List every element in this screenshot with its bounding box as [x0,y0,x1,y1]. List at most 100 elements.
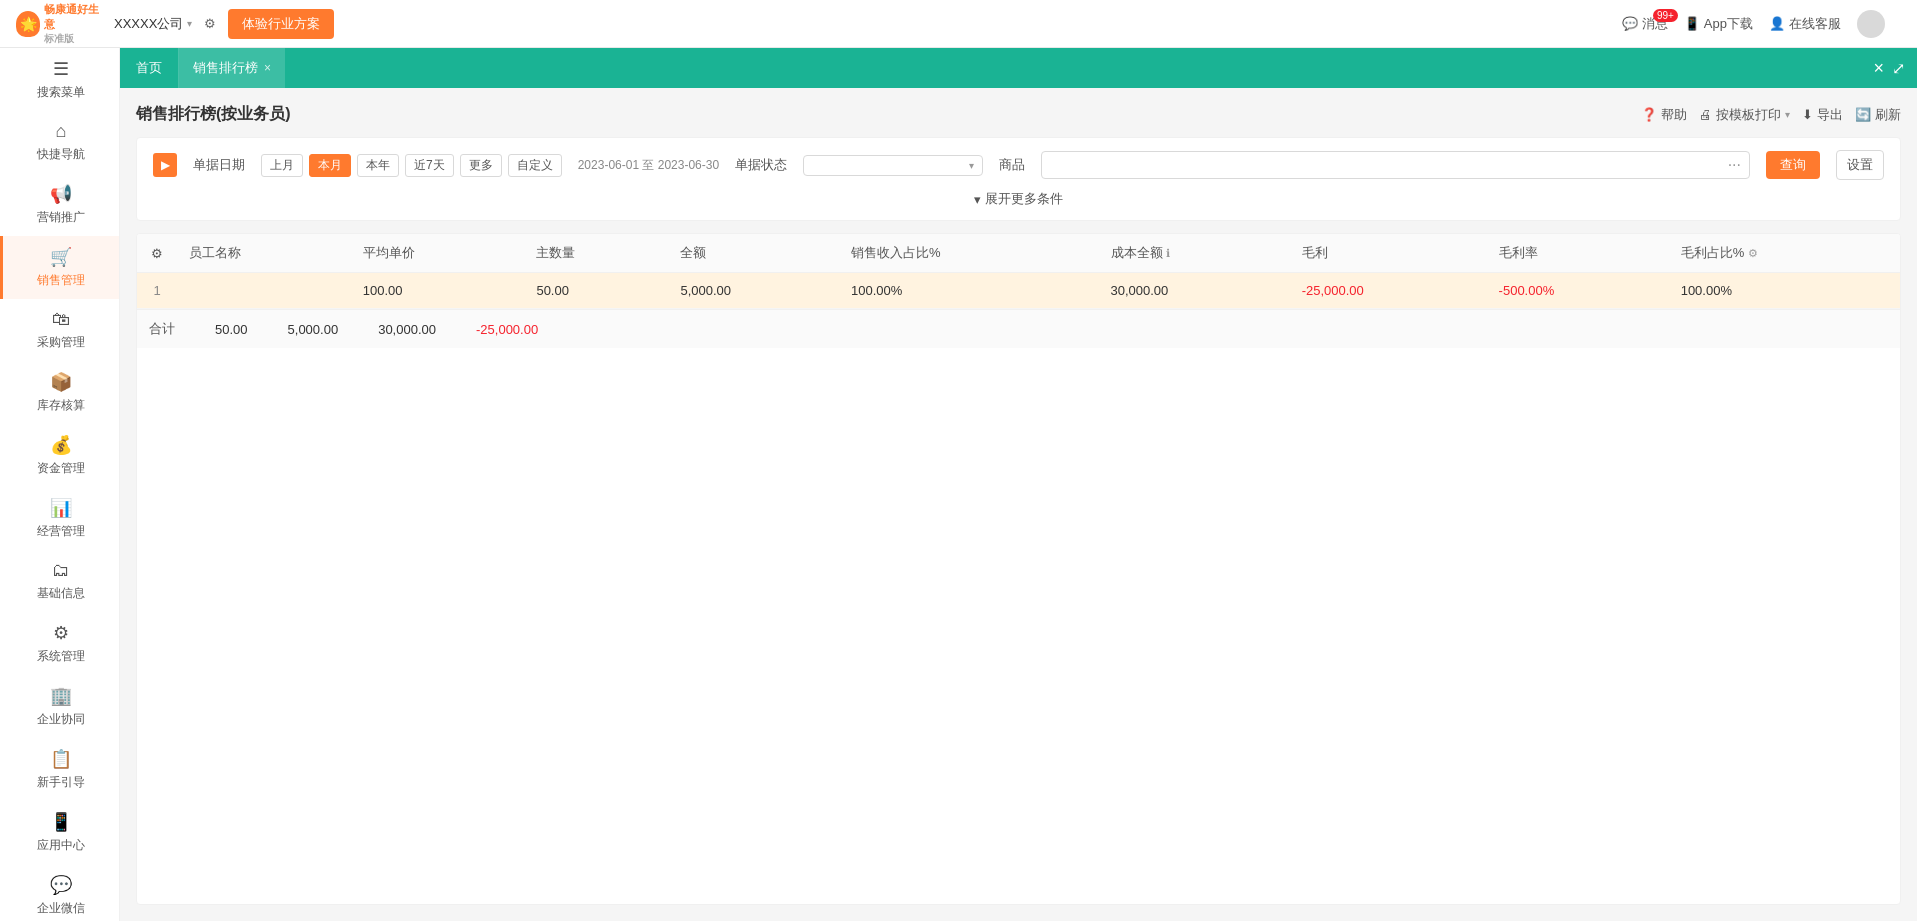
table-container: ⚙ 员工名称 平均单价 主数量 全额 销售收入占比% 成本全额 ℹ 毛利 毛利率 [136,233,1901,905]
col-name: 员工名称 [177,234,351,273]
date-range-picker: 上月 本月 本年 近7天 更多 自定义 [261,154,562,177]
app-icon: 📱 [1684,16,1700,31]
app-center-icon: 📱 [50,811,72,833]
expand-more-btn[interactable]: ▾ 展开更多条件 [974,190,1063,208]
sidebar-item-wechat[interactable]: 💬 企业微信 [0,864,119,921]
sidebar-label-search-order: 搜索菜单 [37,84,85,101]
company-chevron-icon: ▾ [187,18,192,29]
settings-button[interactable]: 设置 [1836,150,1884,180]
date-prev-month-btn[interactable]: 上月 [261,154,303,177]
company-name: XXXXX公司 [114,15,183,33]
message-button[interactable]: 💬 消息 99+ [1622,15,1668,33]
operation-icon: 📊 [50,497,72,519]
guide-icon: 📋 [50,748,72,770]
date-label: 单据日期 [193,156,245,174]
sidebar-item-search-order[interactable]: ☰ 搜索菜单 [0,48,119,111]
refresh-button[interactable]: 🔄 刷新 [1855,106,1901,124]
query-button[interactable]: 查询 [1766,151,1820,179]
inventory-icon: 📦 [50,371,72,393]
enterprise-icon: 🏢 [50,685,72,707]
sidebar-item-marketing[interactable]: 📢 营销推广 [0,173,119,236]
sidebar-label-finance: 资金管理 [37,460,85,477]
marketing-icon: 📢 [50,183,72,205]
col-gross-pct: 毛利占比% ⚙ [1669,234,1900,273]
rank-settings-icon[interactable]: ⚙ [151,246,163,261]
avatar[interactable] [1857,10,1885,38]
cell-gross: -25,000.00 [1290,273,1487,309]
sidebar-label-enterprise: 企业协同 [37,711,85,728]
tab-sales-rank[interactable]: 销售排行榜 × [179,48,285,88]
sales-rank-table: ⚙ 员工名称 平均单价 主数量 全额 销售收入占比% 成本全额 ℹ 毛利 毛利率 [137,234,1900,309]
window-max-icon[interactable]: ⤢ [1892,59,1905,78]
cell-gross-rate: -500.00% [1487,273,1669,309]
page-actions: ❓ 帮助 🖨 按模板打印 ▾ ⬇ 导出 🔄 刷新 [1641,106,1901,124]
tab-close-icon[interactable]: × [264,61,271,75]
help-button[interactable]: ❓ 帮助 [1641,106,1687,124]
sidebar-label-inventory: 库存核算 [37,397,85,414]
sidebar: ☰ 搜索菜单 ⌂ 快捷导航 📢 营销推广 🛒 销售管理 🛍 采购管理 📦 库存核… [0,48,120,921]
date-custom-btn[interactable]: 自定义 [508,154,562,177]
col-gross: 毛利 [1290,234,1487,273]
date-more-btn[interactable]: 更多 [460,154,502,177]
topbar-right: 💬 消息 99+ 📱 App下载 👤 在线客服 [1622,10,1901,38]
status-chevron-icon: ▾ [969,160,974,171]
sidebar-item-purchase[interactable]: 🛍 采购管理 [0,299,119,361]
cost-info-icon[interactable]: ℹ [1166,247,1170,259]
date-year-btn[interactable]: 本年 [357,154,399,177]
print-icon: 🖨 [1699,107,1712,122]
window-close-icon[interactable]: × [1873,58,1884,79]
app-download-button[interactable]: 📱 App下载 [1684,15,1753,33]
cell-name [177,273,351,309]
col-rank: ⚙ [137,234,177,273]
footer-cost: 30,000.00 [378,322,436,337]
tab-bar: 首页 销售排行榜 × × ⤢ [120,48,1917,88]
service-icon: 👤 [1769,16,1785,31]
sidebar-label-purchase: 采购管理 [37,334,85,351]
sidebar-item-finance[interactable]: 💰 资金管理 [0,424,119,487]
cell-avg-price: 100.00 [351,273,525,309]
filter-toggle-btn[interactable]: ▶ [153,153,177,177]
goods-select[interactable]: ··· [1041,151,1750,179]
sidebar-item-enterprise[interactable]: 🏢 企业协同 [0,675,119,738]
print-button[interactable]: 🖨 按模板打印 ▾ [1699,106,1790,124]
sidebar-label-system: 系统管理 [37,648,85,665]
sidebar-item-quick-nav[interactable]: ⌂ 快捷导航 [0,111,119,173]
tab-home[interactable]: 首页 [120,48,179,88]
goods-more-icon[interactable]: ··· [1728,156,1741,174]
sidebar-item-guide[interactable]: 📋 新手引导 [0,738,119,801]
topbar-settings-icon[interactable]: ⚙ [200,14,220,34]
sidebar-item-sales[interactable]: 🛒 销售管理 [0,236,119,299]
trial-button[interactable]: 体验行业方案 [228,9,334,39]
sidebar-item-operation[interactable]: 📊 经营管理 [0,487,119,550]
refresh-icon: 🔄 [1855,107,1871,122]
sidebar-item-inventory[interactable]: 📦 库存核算 [0,361,119,424]
page-content: 销售排行榜(按业务员) ❓ 帮助 🖨 按模板打印 ▾ ⬇ 导出 [120,88,1917,921]
sidebar-label-quick-nav: 快捷导航 [37,146,85,163]
table-footer: 合计 50.00 5,000.00 30,000.00 -25,000.00 [137,309,1900,348]
purchase-icon: 🛍 [52,309,70,330]
sidebar-label-marketing: 营销推广 [37,209,85,226]
sidebar-item-app-center[interactable]: 📱 应用中心 [0,801,119,864]
content-area: 首页 销售排行榜 × × ⤢ 销售排行榜(按业务员) ❓ 帮助 [120,48,1917,921]
date-7d-btn[interactable]: 近7天 [405,154,454,177]
date-cur-month-btn[interactable]: 本月 [309,154,351,177]
col-qty: 主数量 [524,234,668,273]
sidebar-item-base-info[interactable]: 🗂 基础信息 [0,550,119,612]
company-selector[interactable]: XXXXX公司 ▾ [114,15,192,33]
gross-pct-info-icon[interactable]: ⚙ [1748,247,1758,259]
filter-row-1: ▶ 单据日期 上月 本月 本年 近7天 更多 自定义 2023-06-01 至 … [153,150,1884,180]
col-avg-price: 平均单价 [351,234,525,273]
table-row: 1100.0050.005,000.00100.00%30,000.00-25,… [137,273,1900,309]
sidebar-label-operation: 经营管理 [37,523,85,540]
sidebar-label-guide: 新手引导 [37,774,85,791]
expand-icon: ▾ [974,192,981,207]
status-select[interactable]: ▾ [803,155,983,176]
sidebar-item-system[interactable]: ⚙ 系统管理 [0,612,119,675]
online-service-button[interactable]: 👤 在线客服 [1769,15,1841,33]
export-button[interactable]: ⬇ 导出 [1802,106,1843,124]
base-info-icon: 🗂 [52,560,70,581]
app-label: App下载 [1704,15,1753,33]
page-title: 销售排行榜(按业务员) [136,104,291,125]
cell-sales-pct: 100.00% [839,273,1099,309]
cell-rank: 1 [137,273,177,309]
